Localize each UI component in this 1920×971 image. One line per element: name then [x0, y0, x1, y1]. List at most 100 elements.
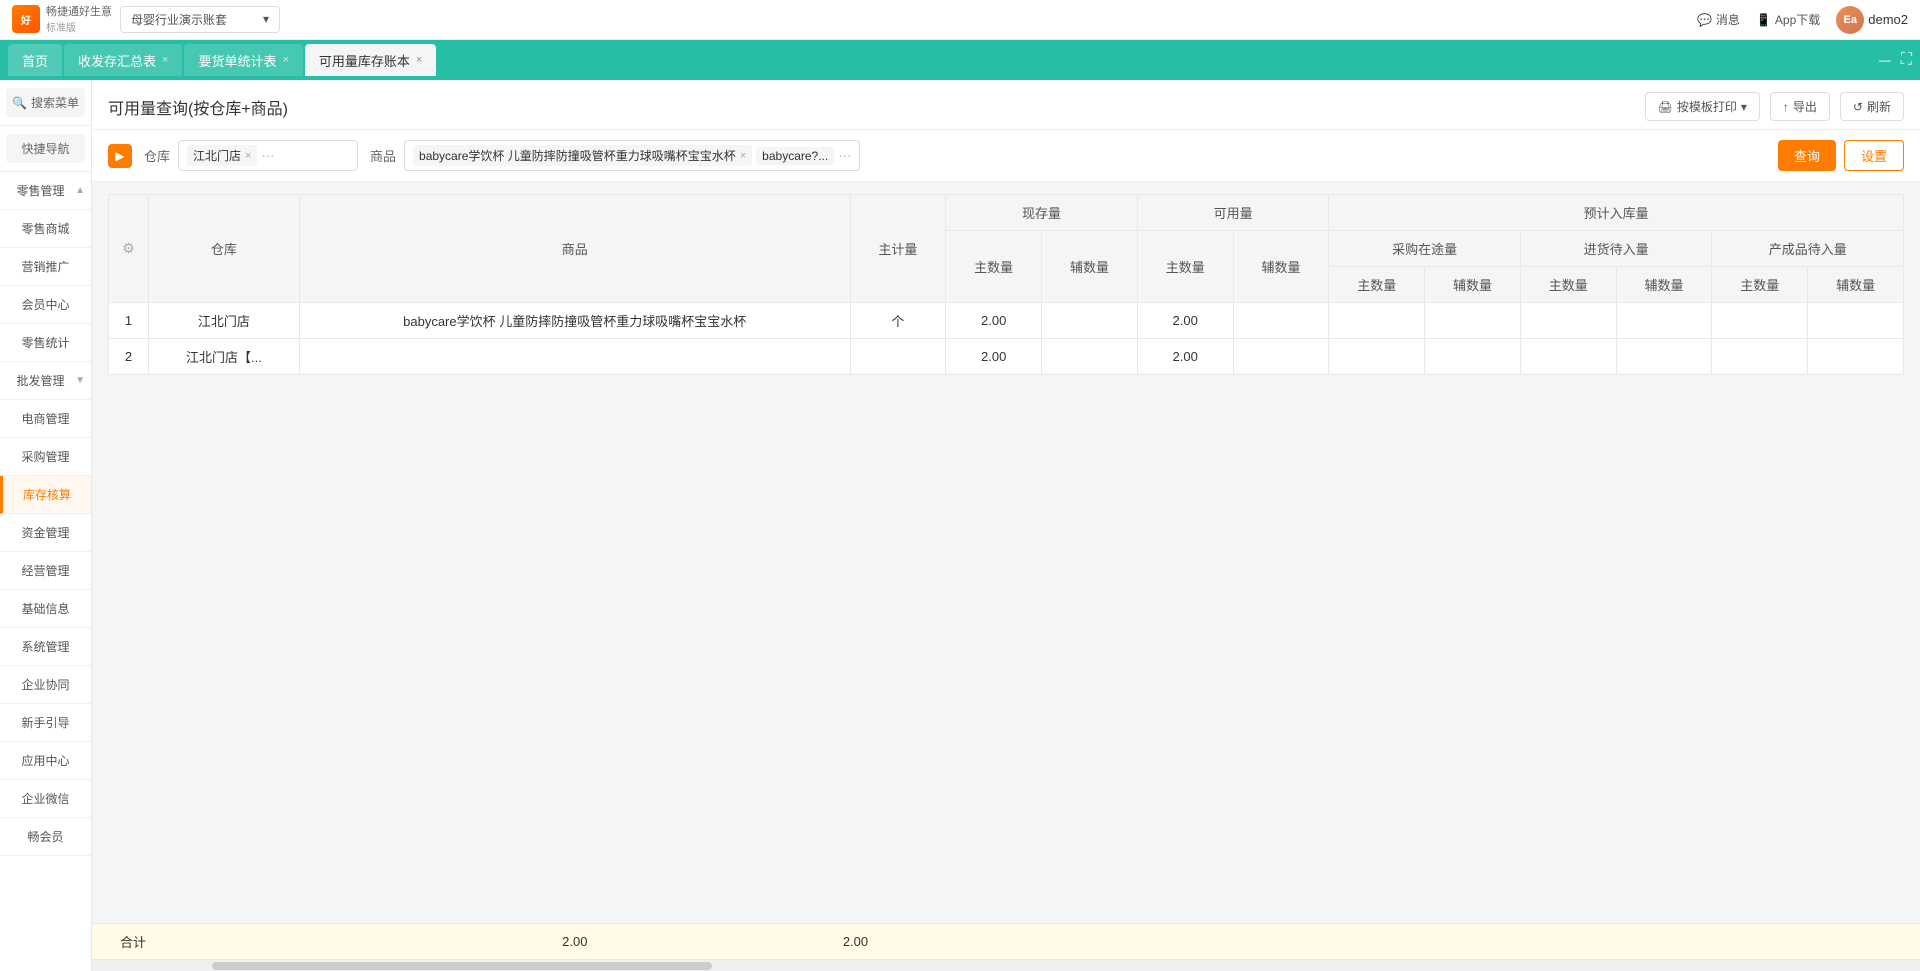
tab-available[interactable]: 可用量库存账本 × [305, 44, 436, 76]
sidebar-item-enterprise-collab[interactable]: 企业协同 [0, 666, 91, 704]
filter-expand-button[interactable]: ▶ [108, 144, 132, 168]
tab-home[interactable]: 首页 [8, 44, 62, 76]
horizontal-scrollbar[interactable] [92, 959, 1920, 971]
cell-unit [850, 339, 946, 375]
sidebar-item-new-guide[interactable]: 新手引导 [0, 704, 91, 742]
logo-subtext: 标准版 [46, 19, 112, 34]
footer-stock-aux [645, 934, 785, 949]
cell-unit: 个 [850, 303, 946, 339]
sidebar-item-app-center[interactable]: 应用中心 [0, 742, 91, 780]
download-icon: 📱 [1756, 13, 1771, 27]
search-menu-button[interactable]: 🔍 搜索菜单 [6, 88, 85, 117]
tab-receipts-close[interactable]: × [162, 54, 168, 66]
main-layout: 🔍 搜索菜单 快捷导航 零售管理 ▲ 零售商城 营销推广 会员中心 零售统计 批… [0, 80, 1920, 971]
sidebar-item-operation-mgmt[interactable]: 经营管理 [0, 552, 91, 590]
col-product-header: 商品 [299, 195, 850, 303]
sidebar-item-inventory-check[interactable]: 库存核算 [0, 476, 91, 514]
footer-stock-main: 2.00 [505, 934, 645, 949]
cell-purchase-main [1329, 339, 1425, 375]
arrow-icon: ▲ [75, 185, 85, 196]
logo-text: 畅捷通好生意 [46, 5, 112, 19]
product-label: 商品 [370, 146, 396, 165]
filter-actions: 查询 设置 [1778, 140, 1904, 171]
maximize-icon[interactable]: ⛶ [1901, 51, 1912, 69]
sidebar-item-enterprise-wechat[interactable]: 企业微信 [0, 780, 91, 818]
user-menu[interactable]: Ea demo2 [1836, 6, 1908, 34]
query-button[interactable]: 查询 [1778, 140, 1836, 171]
sidebar-item-retail-stats[interactable]: 零售统计 [0, 324, 91, 362]
chevron-down-icon: ▾ [1741, 100, 1747, 114]
tab-orders[interactable]: 要货单统计表 × [184, 44, 302, 76]
export-button[interactable]: ↑ 导出 [1770, 92, 1830, 121]
template-print-button[interactable]: 🖨 按模板打印 ▾ [1645, 92, 1760, 121]
avatar: Ea [1836, 6, 1864, 34]
sidebar-item-member-center[interactable]: 会员中心 [0, 286, 91, 324]
sidebar-item-retail-mall[interactable]: 零售商城 [0, 210, 91, 248]
sidebar-item-ecommerce-mgmt[interactable]: 电商管理 [0, 400, 91, 438]
cell-warehouse: 江北门店 [149, 303, 300, 339]
sidebar-item-wholesale-mgmt[interactable]: 批发管理 ▼ [0, 362, 91, 400]
sidebar-item-marketing[interactable]: 营销推广 [0, 248, 91, 286]
scrollbar-thumb[interactable] [212, 962, 712, 970]
sidebar-item-system-mgmt[interactable]: 系统管理 [0, 628, 91, 666]
col-stock-group: 现存量 [946, 195, 1138, 231]
col-purchase-main: 主数量 [1329, 267, 1425, 303]
more-options-icon[interactable]: ··· [261, 148, 274, 163]
filter-area: ▶ 仓库 江北门店 × ··· 商品 babycare学饮杯 儿童防摔防撞吸管杯… [92, 130, 1920, 182]
cell-available-main: 2.00 [1137, 339, 1233, 375]
warehouse-input[interactable]: 江北门店 × ··· [178, 140, 358, 171]
industry-selector[interactable]: 母婴行业演示账套 ▾ [120, 6, 280, 33]
footer-purchase-main [1066, 934, 1206, 949]
settings-icon[interactable]: ⚙ [122, 240, 135, 256]
cell-available-main: 2.00 [1137, 303, 1233, 339]
app-download-button[interactable]: 📱 App下载 [1756, 11, 1820, 28]
product-tag-1-remove[interactable]: × [740, 150, 746, 162]
username: demo2 [1868, 12, 1908, 27]
col-available-main: 主数量 [1137, 231, 1233, 303]
sidebar-item-finance-mgmt[interactable]: 资金管理 [0, 514, 91, 552]
col-available-aux: 辅数量 [1233, 231, 1329, 303]
page-title: 可用量查询(按仓库+商品) [108, 95, 288, 119]
quick-nav-button[interactable]: 快捷导航 [6, 134, 85, 163]
col-product-aux: 辅数量 [1808, 267, 1904, 303]
footer-label: 合计 [104, 932, 224, 951]
arrow-icon: ▼ [75, 375, 85, 386]
header-left: 好 畅捷通好生意 标准版 母婴行业演示账套 ▾ [12, 5, 280, 34]
table-footer: 合计 2.00 2.00 [92, 923, 1920, 959]
sidebar-item-member[interactable]: 畅会员 [0, 818, 91, 856]
message-button[interactable]: 💬 消息 [1697, 11, 1740, 28]
tab-orders-close[interactable]: × [282, 54, 288, 66]
sidebar-item-basic-info[interactable]: 基础信息 [0, 590, 91, 628]
page-header: 可用量查询(按仓库+商品) 🖨 按模板打印 ▾ ↑ 导出 ↺ 刷新 [92, 80, 1920, 130]
logo-area: 好 畅捷通好生意 标准版 [12, 5, 112, 34]
tab-available-close[interactable]: × [416, 54, 422, 66]
minimize-icon[interactable]: － [1877, 48, 1893, 72]
cell-no: 2 [109, 339, 149, 375]
footer-product-aux [1768, 934, 1908, 949]
col-settings[interactable]: ⚙ [109, 195, 149, 303]
cell-product-aux [1808, 339, 1904, 375]
col-purchase-aux: 辅数量 [1425, 267, 1521, 303]
cell-incoming-aux [1616, 303, 1712, 339]
footer-incoming-aux [1487, 934, 1627, 949]
settings-button[interactable]: 设置 [1844, 140, 1904, 171]
cell-incoming-aux [1616, 339, 1712, 375]
col-warehouse-header: 仓库 [149, 195, 300, 303]
col-unit-header: 主计量 [850, 195, 946, 303]
footer-available-aux [926, 934, 1066, 949]
product-tag-2: babycare?... [756, 147, 834, 165]
top-header: 好 畅捷通好生意 标准版 母婴行业演示账套 ▾ 💬 消息 📱 App下载 Ea … [0, 0, 1920, 40]
sidebar-item-purchase-mgmt[interactable]: 采购管理 [0, 438, 91, 476]
warehouse-filter-group: 仓库 江北门店 × ··· [144, 140, 358, 171]
tab-receipts[interactable]: 收发存汇总表 × [64, 44, 182, 76]
col-stock-aux: 辅数量 [1042, 231, 1138, 303]
cell-purchase-aux [1425, 339, 1521, 375]
cell-stock-main: 2.00 [946, 339, 1042, 375]
warehouse-tag-remove[interactable]: × [245, 150, 251, 162]
cell-product-main [1712, 339, 1808, 375]
search-icon: 🔍 [12, 96, 27, 110]
refresh-button[interactable]: ↺ 刷新 [1840, 92, 1904, 121]
product-more-icon[interactable]: ··· [838, 148, 851, 163]
sidebar-item-retail-mgmt[interactable]: 零售管理 ▲ [0, 172, 91, 210]
product-input[interactable]: babycare学饮杯 儿童防摔防撞吸管杯重力球吸嘴杯宝宝水杯 × babyca… [404, 140, 860, 171]
